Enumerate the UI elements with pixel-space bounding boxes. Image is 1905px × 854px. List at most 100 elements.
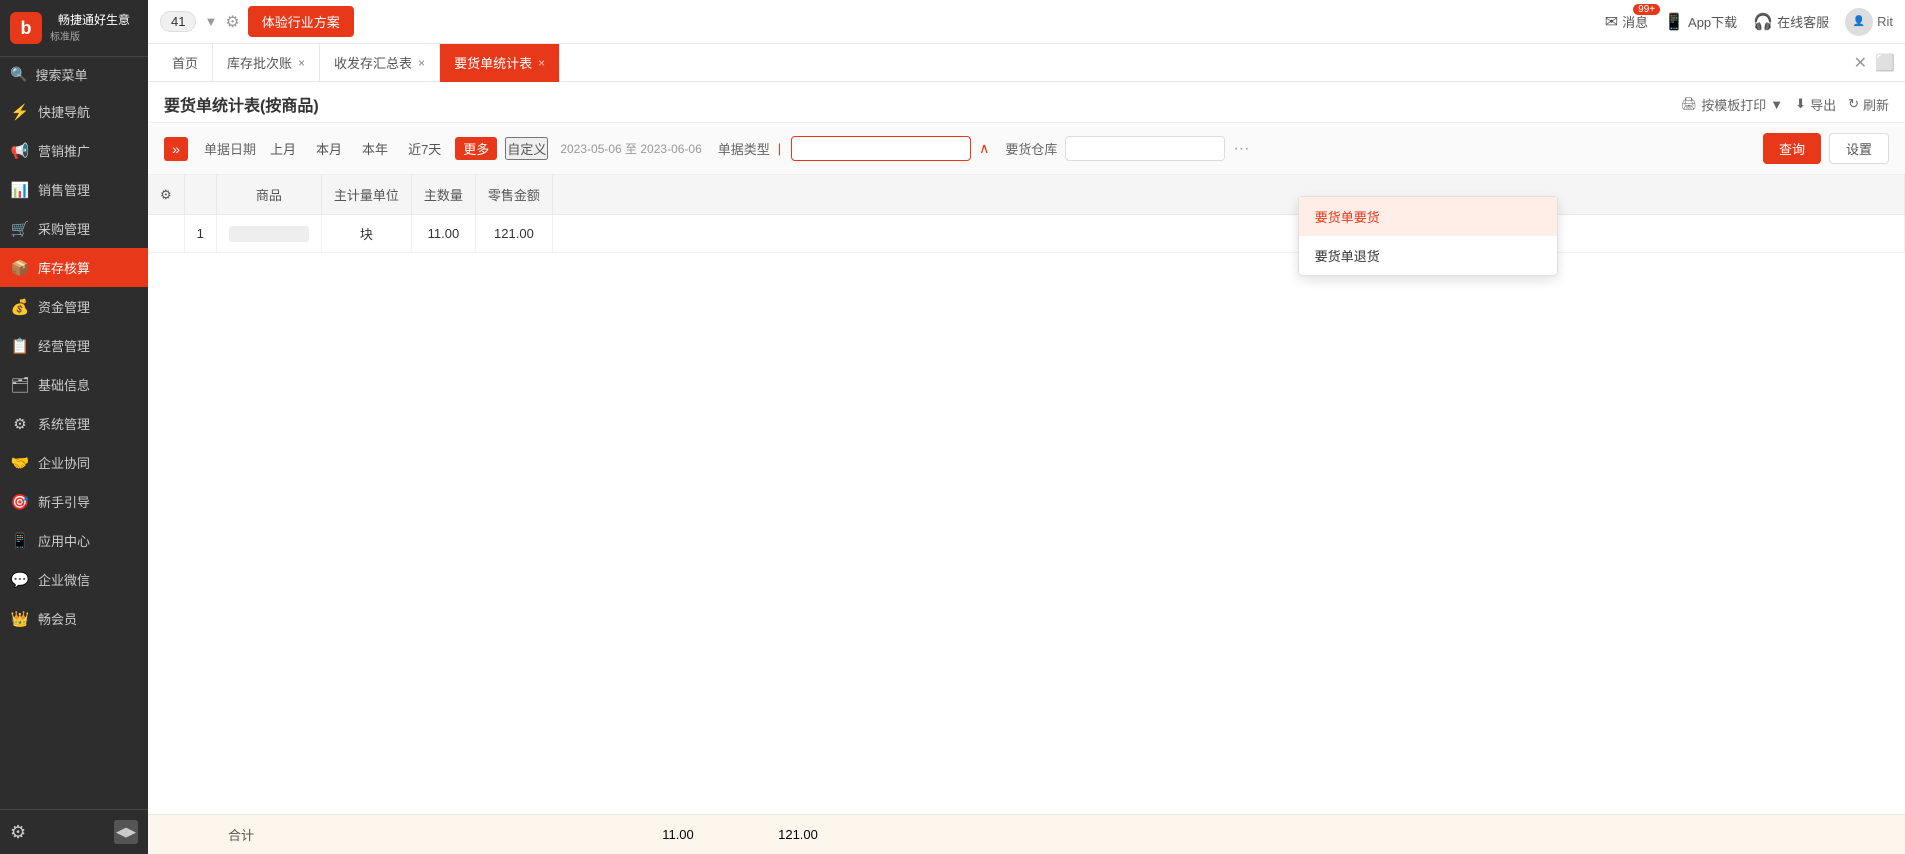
data-table: ⚙ 商品 主计量单位 主数量 零售金额 1 [148,175,1905,253]
search-menu[interactable]: 🔍 搜索菜单 [0,57,148,92]
date-last-month-btn[interactable]: 上月 [264,137,302,160]
search-icon: 🔍 [10,66,27,83]
sidebar-item-quick-nav[interactable]: ⚡ 快捷导航 [0,92,148,131]
system-icon: ⚙ [10,415,30,433]
warehouse-filter-input[interactable] [1065,136,1225,161]
trial-button[interactable]: 体验行业方案 [248,6,354,37]
tabs-close-all-icon[interactable]: ✕ [1854,53,1867,73]
avatar: 👤 [1845,8,1873,36]
type-filter-label: 单据类型 [718,139,770,158]
topbar: 41 ▼ ⚙ 体验行业方案 ✉ 消息 99+ 📱 App下载 🎧 在线客服 👤 [148,0,1905,44]
sidebar-item-label: 营销推广 [38,141,90,160]
message-icon: ✉ [1605,12,1618,32]
enterprise-icon: 🤝 [10,454,30,472]
guide-icon: 🎯 [10,493,30,511]
warehouse-more-icon[interactable]: ··· [1233,140,1249,158]
tab-order-label: 要货单统计表 [454,53,532,72]
sidebar-item-system[interactable]: ⚙ 系统管理 [0,404,148,443]
operations-icon: 📋 [10,337,30,355]
page-actions: 🖨 按模板打印 ▼ ⬇ 导出 ↻ 刷新 [1681,95,1889,114]
sidebar-item-enterprise[interactable]: 🤝 企业协同 [0,443,148,482]
tabs-bar: 首页 库存批次账 × 收发存汇总表 × 要货单统计表 × ✕ ⬜ [148,44,1905,82]
sidebar-item-inventory[interactable]: 📦 库存核算 [0,248,148,287]
type-filter-input[interactable] [791,136,971,161]
date-custom-btn[interactable]: 自定义 [505,137,548,160]
page-header: 要货单统计表(按商品) 🖨 按模板打印 ▼ ⬇ 导出 ↻ 刷新 [148,82,1905,123]
user-name: Rit [1877,14,1893,29]
sidebar-collapse-button[interactable]: ◀▶ [114,820,138,844]
export-icon: ⬇ [1795,96,1806,112]
settings-icon[interactable]: ⚙ [10,822,26,843]
table-header-row: ⚙ 商品 主计量单位 主数量 零售金额 [148,175,1905,215]
sidebar-item-guide[interactable]: 🎯 新手引导 [0,482,148,521]
sidebar-item-basic[interactable]: 🗂 基础信息 [0,365,148,404]
refresh-label: 刷新 [1863,95,1889,114]
sidebar-item-finance[interactable]: 💰 资金管理 [0,287,148,326]
tab-receipt-label: 收发存汇总表 [334,53,412,72]
main-area: 41 ▼ ⚙ 体验行业方案 ✉ 消息 99+ 📱 App下载 🎧 在线客服 👤 [148,0,1905,854]
type-separator: | [778,141,781,156]
sidebar-item-wechat[interactable]: 💬 企业微信 [0,560,148,599]
col-amount: 零售金额 [475,175,552,215]
date-this-month-btn[interactable]: 本月 [310,137,348,160]
member-icon: 👑 [10,610,30,628]
tab-receipt-summary[interactable]: 收发存汇总表 × [320,44,440,82]
cell-goods [216,215,321,253]
marketing-icon: 📢 [10,142,30,160]
type-filter-arrow-icon[interactable]: ∧ [979,140,989,157]
topbar-gear-icon[interactable]: ⚙ [225,12,239,32]
tab-batch-close-icon[interactable]: × [298,56,305,70]
app-logo: b [10,12,42,44]
col-settings[interactable]: ⚙ [148,175,184,215]
messages-button[interactable]: ✉ 消息 99+ [1605,12,1648,32]
filter-bar: » 单据日期 上月 本月 本年 近7天 更多 自定义 2023-05-06 至 … [148,123,1905,175]
tab-order-stats[interactable]: 要货单统计表 × [440,44,560,82]
sidebar-item-app-center[interactable]: 📱 应用中心 [0,521,148,560]
refresh-icon: ↻ [1848,96,1859,112]
user-profile-button[interactable]: 👤 Rit [1845,8,1893,36]
sidebar-item-sales[interactable]: 📊 销售管理 [0,170,148,209]
tab-receipt-close-icon[interactable]: × [418,56,425,70]
print-template-button[interactable]: 🖨 按模板打印 ▼ [1681,95,1783,114]
sidebar-footer: ⚙ ◀▶ [0,809,148,854]
cell-row-num: 1 [184,215,216,253]
sidebar-item-label: 销售管理 [38,180,90,199]
cell-unit: 块 [321,215,411,253]
setting-button[interactable]: 设置 [1829,133,1889,164]
tabs-expand-icon[interactable]: ⬜ [1875,53,1895,73]
filter-expand-button[interactable]: » [164,137,188,161]
date-more-btn[interactable]: 更多 [455,137,497,160]
messages-badge: 99+ [1633,4,1660,15]
table-footer: 合计 11.00 121.00 [148,814,1905,854]
cell-extra [552,215,1904,253]
col-extra [552,175,1904,215]
sidebar-item-marketing[interactable]: 📢 营销推广 [0,131,148,170]
date-this-year-btn[interactable]: 本年 [356,137,394,160]
sidebar-item-member[interactable]: 👑 畅会员 [0,599,148,638]
app-download-button[interactable]: 📱 App下载 [1664,12,1737,32]
dropdown-item-order-goods[interactable]: 要货单要货 [1299,197,1557,236]
tab-home[interactable]: 首页 [158,44,213,82]
dropdown-item-order-return[interactable]: 要货单退货 [1299,236,1557,275]
col-unit: 主计量单位 [321,175,411,215]
online-service-button[interactable]: 🎧 在线客服 [1753,12,1829,32]
export-button[interactable]: ⬇ 导出 [1795,95,1836,114]
table-container: ⚙ 商品 主计量单位 主数量 零售金额 1 [148,175,1905,814]
tab-order-close-icon[interactable]: × [538,56,545,70]
goods-name-blurred [229,226,309,242]
date-last-7days-btn[interactable]: 近7天 [402,137,447,160]
print-arrow-icon: ▼ [1770,97,1783,112]
col-row-num [184,175,216,215]
refresh-button[interactable]: ↻ 刷新 [1848,95,1889,114]
tab-batch-label: 库存批次账 [227,53,292,72]
table-settings-icon[interactable]: ⚙ [160,187,172,202]
sidebar-item-purchase[interactable]: 🛒 采购管理 [0,209,148,248]
dropdown-arrow-icon[interactable]: ▼ [204,14,217,29]
sidebar-item-label: 畅会员 [38,609,77,628]
query-button[interactable]: 查询 [1763,133,1821,164]
sidebar-item-label: 企业微信 [38,570,90,589]
sidebar-item-operations[interactable]: 📋 经营管理 [0,326,148,365]
warehouse-filter-group: 要货仓库 ··· [1005,136,1249,161]
tab-batch-account[interactable]: 库存批次账 × [213,44,320,82]
date-filter-group: 单据日期 上月 本月 本年 近7天 更多 自定义 2023-05-06 至 20… [204,137,702,160]
